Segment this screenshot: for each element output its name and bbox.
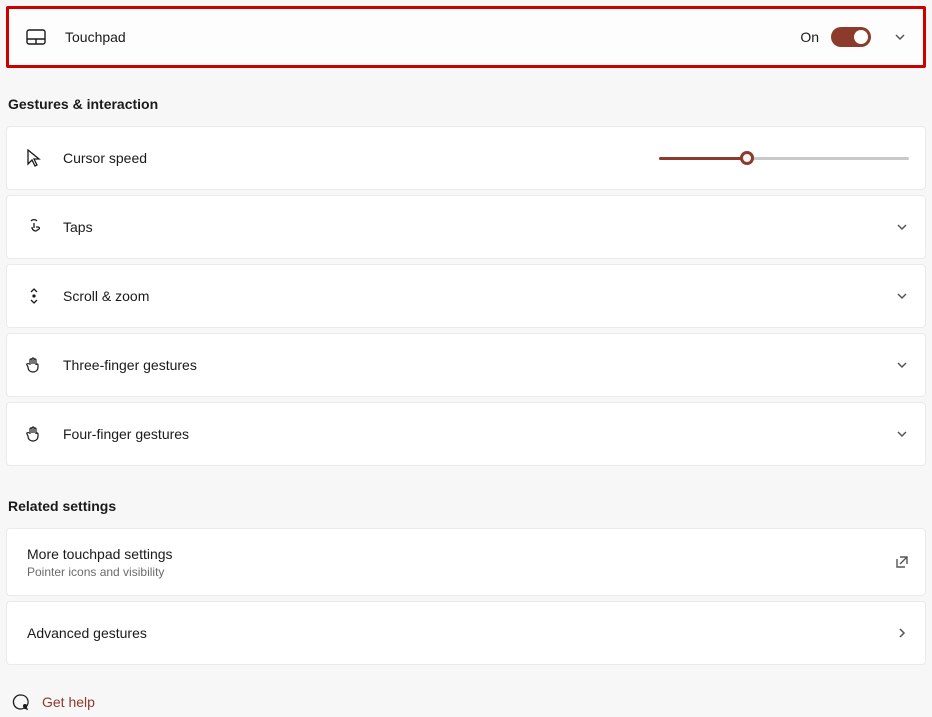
cursor-speed-slider[interactable]	[659, 148, 909, 168]
external-link-icon	[895, 555, 909, 569]
scroll-zoom-row[interactable]: Scroll & zoom	[6, 264, 926, 328]
cursor-speed-label: Cursor speed	[63, 150, 147, 166]
chevron-down-icon[interactable]	[895, 220, 909, 234]
hand-icon	[23, 425, 45, 443]
four-finger-label: Four-finger gestures	[63, 426, 189, 442]
chevron-down-icon[interactable]	[895, 289, 909, 303]
cursor-icon	[23, 149, 45, 167]
advanced-gestures-label: Advanced gestures	[27, 625, 147, 641]
touchpad-row[interactable]: Touchpad On	[6, 6, 926, 68]
section-related-header: Related settings	[8, 498, 926, 514]
chevron-down-icon[interactable]	[893, 30, 907, 44]
scroll-icon	[23, 287, 45, 305]
more-touchpad-row[interactable]: More touchpad settings Pointer icons and…	[6, 528, 926, 596]
more-touchpad-subtitle: Pointer icons and visibility	[27, 565, 173, 579]
touchpad-toggle[interactable]	[831, 27, 871, 47]
touchpad-icon	[25, 29, 47, 45]
touchpad-label: Touchpad	[65, 29, 126, 45]
three-finger-label: Three-finger gestures	[63, 357, 197, 373]
taps-label: Taps	[63, 219, 93, 235]
chevron-down-icon[interactable]	[895, 358, 909, 372]
taps-row[interactable]: Taps	[6, 195, 926, 259]
scroll-zoom-label: Scroll & zoom	[63, 288, 149, 304]
four-finger-row[interactable]: Four-finger gestures	[6, 402, 926, 466]
cursor-speed-row[interactable]: Cursor speed	[6, 126, 926, 190]
more-touchpad-label: More touchpad settings	[27, 546, 173, 562]
advanced-gestures-row[interactable]: Advanced gestures	[6, 601, 926, 665]
help-link[interactable]: Get help	[42, 694, 95, 710]
chevron-right-icon	[895, 626, 909, 640]
chevron-down-icon[interactable]	[895, 427, 909, 441]
tap-icon	[23, 218, 45, 236]
section-gestures-header: Gestures & interaction	[8, 96, 926, 112]
touchpad-toggle-state: On	[800, 29, 819, 45]
hand-icon	[23, 356, 45, 374]
three-finger-row[interactable]: Three-finger gestures	[6, 333, 926, 397]
